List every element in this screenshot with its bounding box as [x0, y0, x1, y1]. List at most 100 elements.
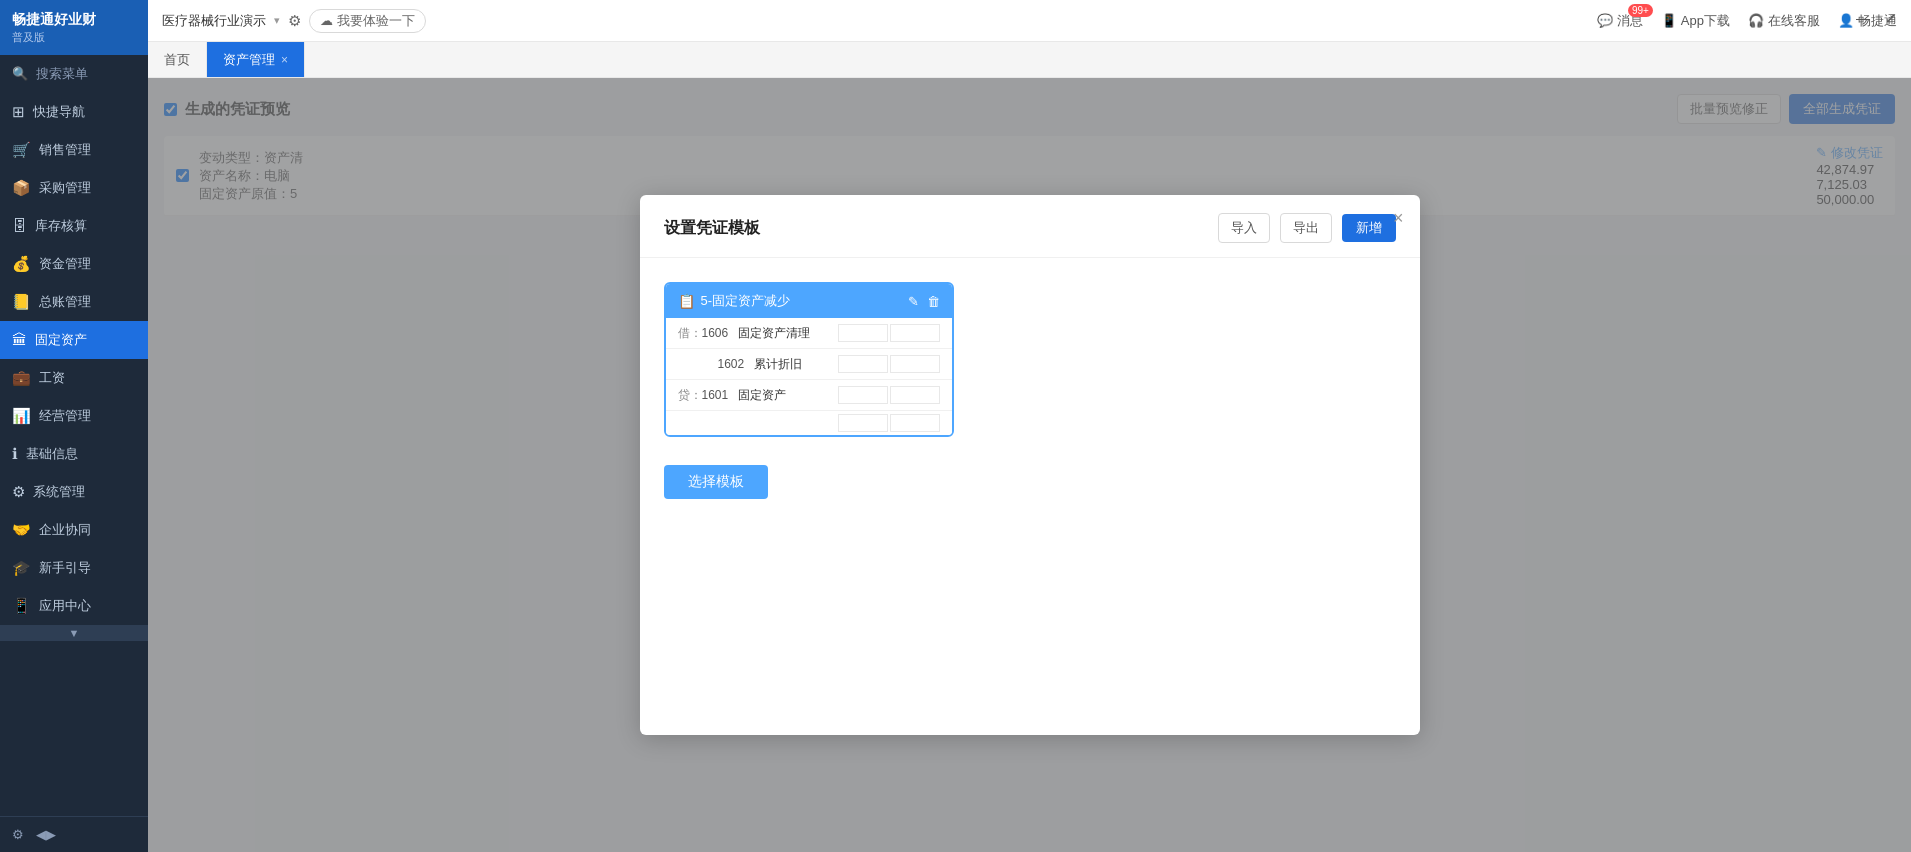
sidebar-search[interactable]: 🔍 搜索菜单: [0, 55, 148, 93]
modal-header-actions: 导入 导出 新增: [1218, 213, 1396, 243]
tabbar: 首页 资产管理 × — ⤢: [148, 42, 1911, 78]
template-card-title: 5-固定资产减少: [701, 292, 902, 310]
main-content: 医疗器械行业演示 ▾ ⚙ ☁ 我要体验一下 💬 消息 99+ 📱 App下载 🎧…: [148, 0, 1911, 852]
sidebar-item-label: 新手引导: [39, 559, 91, 577]
messages-item[interactable]: 💬 消息 99+: [1597, 12, 1643, 30]
entry-cols-4: [838, 414, 940, 432]
entry-col-2: [890, 324, 940, 342]
headset-icon: 🎧: [1748, 13, 1764, 28]
sidebar-item-label: 工资: [39, 369, 65, 387]
message-icon: 💬: [1597, 13, 1613, 28]
sidebar-item-basic-info[interactable]: ℹ 基础信息: [0, 435, 148, 473]
window-controls: — ⤢: [1843, 0, 1911, 36]
sidebar-item-system[interactable]: ⚙ 系统管理: [0, 473, 148, 511]
entry-code-1606: 1606: [702, 326, 738, 340]
empty-entry: [666, 411, 952, 435]
select-template-button[interactable]: 选择模板: [664, 465, 768, 499]
basic-info-icon: ℹ: [12, 445, 18, 463]
entry-code-1601: 1601: [702, 388, 738, 402]
tab-asset-management[interactable]: 资产管理 ×: [207, 42, 305, 77]
sales-icon: 🛒: [12, 141, 31, 159]
search-icon: 🔍: [12, 66, 28, 81]
tab-home-label: 首页: [164, 51, 190, 69]
entry-name-1606: 固定资产清理: [738, 325, 810, 342]
experience-button[interactable]: ☁ 我要体验一下: [309, 9, 426, 33]
guide-icon: 🎓: [12, 559, 31, 577]
sidebar-item-payroll[interactable]: 💼 工资: [0, 359, 148, 397]
entry-col-5: [838, 386, 888, 404]
sidebar-item-guide[interactable]: 🎓 新手引导: [0, 549, 148, 587]
sidebar-item-label: 快捷导航: [33, 103, 85, 121]
collapse-icon[interactable]: ◀▶: [36, 827, 56, 842]
modal-body: 📋 5-固定资产减少 ✎ 🗑 借： 1606: [640, 258, 1420, 735]
entry-cols-2: [838, 355, 940, 373]
customer-service-item[interactable]: 🎧 在线客服: [1748, 12, 1820, 30]
sidebar-scroll-down[interactable]: ▼: [0, 625, 148, 641]
debit-entry-2: 1602 累计折旧: [666, 349, 952, 380]
system-icon: ⚙: [12, 483, 25, 501]
new-button[interactable]: 新增: [1342, 214, 1396, 242]
topbar-left: 医疗器械行业演示 ▾ ⚙ ☁ 我要体验一下: [162, 9, 1597, 33]
template-card: 📋 5-固定资产减少 ✎ 🗑 借： 1606: [664, 282, 954, 437]
modal-dialog: 设置凭证模板 导入 导出 新增 × 📋 5-固定资产减少: [640, 195, 1420, 735]
sidebar-item-label: 企业协同: [39, 521, 91, 539]
sidebar-item-label: 销售管理: [39, 141, 91, 159]
tab-close-icon[interactable]: ×: [281, 53, 288, 67]
sidebar-item-sales[interactable]: 🛒 销售管理: [0, 131, 148, 169]
debit-entry-1: 借： 1606 固定资产清理: [666, 318, 952, 349]
template-delete-icon[interactable]: 🗑: [927, 294, 940, 309]
modal-close-button[interactable]: ×: [1393, 209, 1404, 227]
company-chevron-icon[interactable]: ▾: [274, 14, 280, 27]
experience-label: 我要体验一下: [337, 12, 415, 30]
entry-credit-label: 贷：: [678, 387, 702, 404]
sidebar-item-enterprise[interactable]: 🤝 企业协同: [0, 511, 148, 549]
enterprise-icon: 🤝: [12, 521, 31, 539]
sidebar-item-purchase[interactable]: 📦 采购管理: [0, 169, 148, 207]
template-edit-icon[interactable]: ✎: [908, 294, 919, 309]
modal-header: 设置凭证模板 导入 导出 新增 ×: [640, 195, 1420, 258]
topbar: 医疗器械行业演示 ▾ ⚙ ☁ 我要体验一下 💬 消息 99+ 📱 App下载 🎧…: [148, 0, 1911, 42]
export-button[interactable]: 导出: [1280, 213, 1332, 243]
sidebar: 畅捷通好业财 普及版 🔍 搜索菜单 ⊞ 快捷导航 🛒 销售管理 📦 采购管理 🗄…: [0, 0, 148, 852]
sidebar-item-app-center[interactable]: 📱 应用中心: [0, 587, 148, 625]
sidebar-item-label: 基础信息: [26, 445, 78, 463]
sidebar-item-operations[interactable]: 📊 经营管理: [0, 397, 148, 435]
sidebar-item-ledger[interactable]: 📒 总账管理: [0, 283, 148, 321]
import-button[interactable]: 导入: [1218, 213, 1270, 243]
modal-title: 设置凭证模板: [664, 218, 760, 239]
sidebar-item-quick-nav[interactable]: ⊞ 快捷导航: [0, 93, 148, 131]
app-download-label: App下载: [1681, 12, 1730, 30]
sidebar-item-funds[interactable]: 💰 资金管理: [0, 245, 148, 283]
app-download-item[interactable]: 📱 App下载: [1661, 12, 1730, 30]
page-content: 生成的凭证预览 批量预览修正 全部生成凭证 变动类型：资产清 资产名称：电脑 固…: [148, 78, 1911, 852]
template-card-header: 📋 5-固定资产减少 ✎ 🗑: [666, 284, 952, 318]
entry-col-1: [838, 324, 888, 342]
logo-sub: 普及版: [12, 30, 136, 45]
purchase-icon: 📦: [12, 179, 31, 197]
quick-nav-icon: ⊞: [12, 103, 25, 121]
fixed-assets-icon: 🏛: [12, 331, 27, 348]
entry-name-1601: 固定资产: [738, 387, 786, 404]
entry-col-4: [890, 355, 940, 373]
messages-badge: 99+: [1628, 4, 1653, 17]
payroll-icon: 💼: [12, 369, 31, 387]
tab-home[interactable]: 首页: [148, 42, 207, 77]
settings-icon[interactable]: ⚙: [12, 827, 24, 842]
settings-gear-icon[interactable]: ⚙: [288, 12, 301, 30]
modal-overlay: 设置凭证模板 导入 导出 新增 × 📋 5-固定资产减少: [148, 78, 1911, 852]
sidebar-item-fixed-assets[interactable]: 🏛 固定资产: [0, 321, 148, 359]
entry-code-1602: 1602: [718, 357, 754, 371]
entry-col-7: [838, 414, 888, 432]
logo-title: 畅捷通好业财: [12, 10, 136, 30]
ledger-icon: 📒: [12, 293, 31, 311]
minimize-button[interactable]: —: [1851, 6, 1875, 30]
sidebar-item-label: 应用中心: [39, 597, 91, 615]
sidebar-item-label: 库存核算: [35, 217, 87, 235]
phone-icon: 📱: [1661, 13, 1677, 28]
sidebar-item-label: 经营管理: [39, 407, 91, 425]
sidebar-item-label: 固定资产: [35, 331, 87, 349]
maximize-button[interactable]: ⤢: [1879, 6, 1903, 30]
template-card-icon: 📋: [678, 293, 695, 309]
sidebar-item-inventory[interactable]: 🗄 库存核算: [0, 207, 148, 245]
sidebar-item-label: 资金管理: [39, 255, 91, 273]
